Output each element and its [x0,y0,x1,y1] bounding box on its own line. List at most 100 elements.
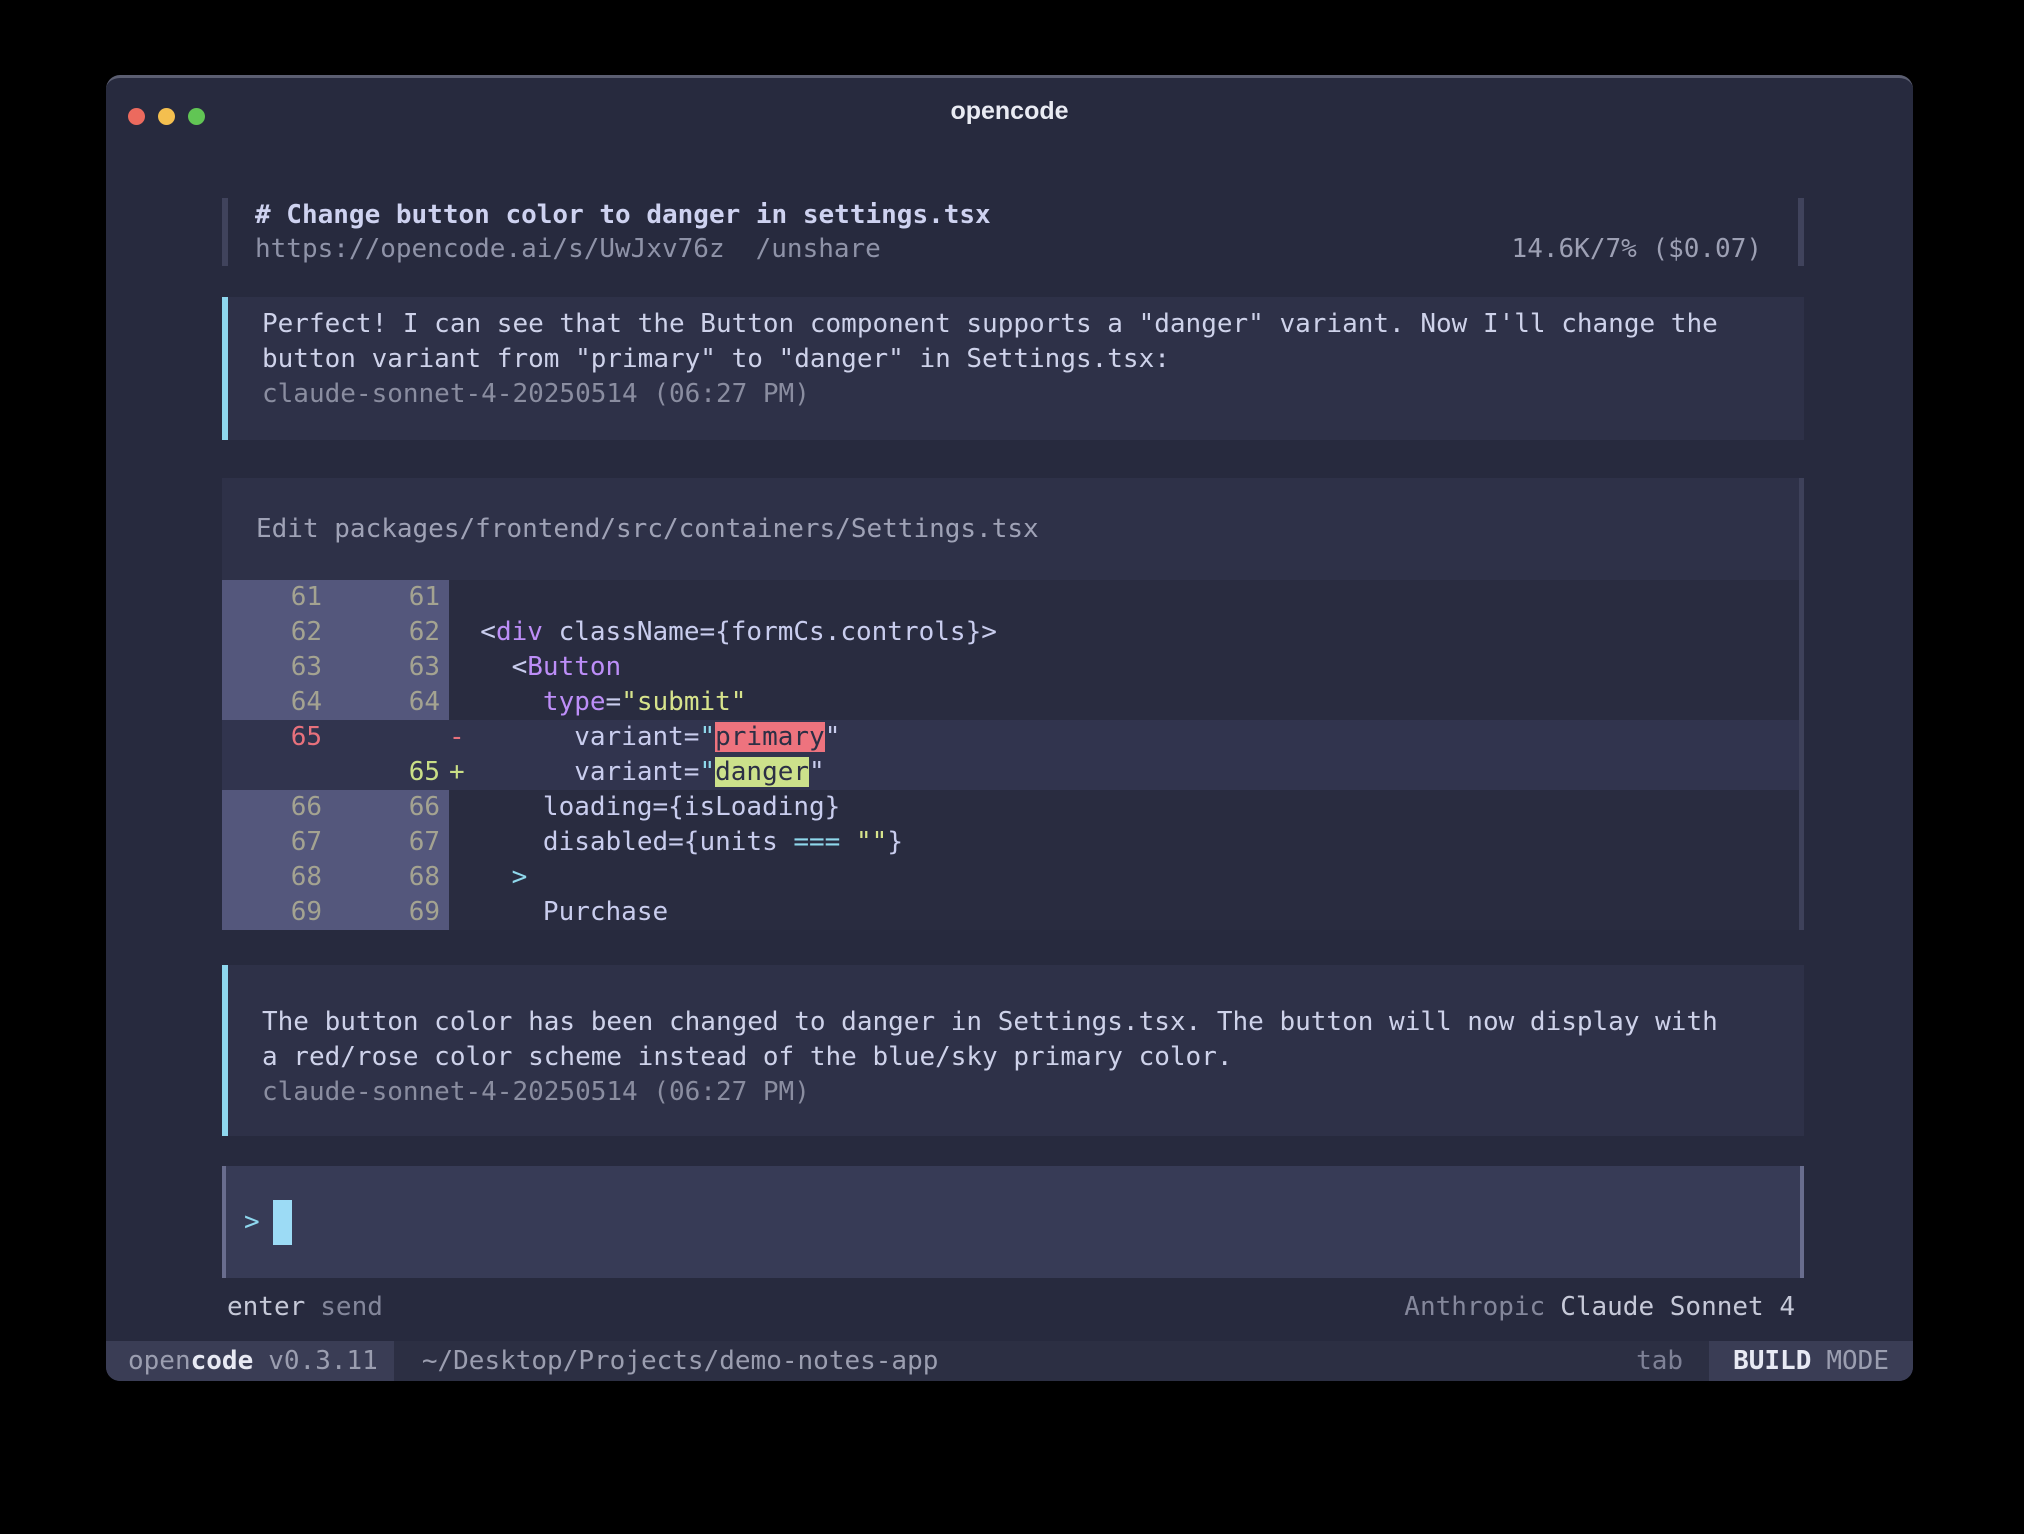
prompt-chevron: > [244,1207,260,1237]
share-url: https://opencode.ai/s/UwJxv76z [255,232,725,266]
code-segment: type [543,687,606,717]
message-line: Perfect! I can see that the Button compo… [262,307,1774,342]
diff-row: 6666 loading={isLoading} [222,790,1799,825]
code-segment [840,827,856,857]
old-line-number: 62 [222,615,322,650]
app-name-code: code [191,1346,254,1376]
diff-code-line: disabled={units === ""} [449,825,903,860]
hints-row: enter send Anthropic Claude Sonnet 4 [222,1290,1804,1325]
code-segment: < [449,652,527,682]
new-line-number: 66 [322,790,440,825]
new-line-number: 62 [322,615,440,650]
code-segment: < [449,617,496,647]
unshare-command: /unshare [756,232,881,266]
diff-code-line: <Button [449,650,621,685]
code-segment: - [449,722,465,752]
diff-code-line: <div className={formCs.controls}> [449,615,997,650]
diff-row: 6969 Purchase [222,895,1799,930]
model-label: Claude Sonnet 4 [1560,1290,1795,1325]
diff-code-line: + variant="danger" [449,755,825,790]
diff-gutter: 6464 [222,685,449,720]
enter-action-hint: send [320,1290,383,1325]
diff-gutter: 6363 [222,650,449,685]
diff-code-line: type="submit" [449,685,746,720]
code-segment: div [496,617,543,647]
code-segment: disabled={units [449,827,793,857]
code-segment: Button [527,652,621,682]
message-line: a red/rose color scheme instead of the b… [262,1040,1774,1075]
provider-label: Anthropic [1404,1290,1545,1325]
new-line-number: 67 [322,825,440,860]
tab-key-hint: tab [1636,1346,1683,1376]
model-timestamp: claude-sonnet-4-20250514 (06:27 PM) [262,1075,1774,1110]
code-segment: === [793,827,840,857]
code-segment: variant= [465,757,700,787]
diff-gutter: 6666 [222,790,449,825]
diff-row: 6262 <div className={formCs.controls}> [222,615,1799,650]
code-segment [449,687,543,717]
diff-gutter: 6767 [222,825,449,860]
new-line-number: 65 [322,755,440,790]
diff-gutter: 6969 [222,895,449,930]
enter-key-hint: enter [227,1290,305,1325]
code-segment: loading={isLoading} [449,792,840,822]
traffic-lights [128,108,205,125]
mode-label: MODE [1826,1346,1889,1376]
close-window-button[interactable] [128,108,145,125]
session-header: # Change button color to danger in setti… [222,198,1804,266]
assistant-message-2: The button color has been changed to dan… [222,965,1804,1136]
mode-chip: BUILDMODE [1709,1341,1913,1381]
session-subheader: https://opencode.ai/s/UwJxv76z /unshare … [255,232,1762,266]
diff-row: 65+ variant="danger" [222,755,1799,790]
diff-code-line: loading={isLoading} [449,790,840,825]
token-usage: 14.6K/7% ($0.07) [1512,232,1762,266]
code-segment: "submit" [621,687,746,717]
message-text: The button color has been changed to dan… [262,1005,1774,1075]
code-segment: + [449,757,465,787]
code-segment: " [809,757,825,787]
code-segment [449,862,512,892]
message-line: The button color has been changed to dan… [262,1005,1774,1040]
assistant-message-1: Perfect! I can see that the Button compo… [222,297,1804,440]
new-line-number: 63 [322,650,440,685]
code-segment: variant= [465,722,700,752]
prompt-input[interactable]: > [222,1166,1804,1278]
code-segment: " [699,722,715,752]
opencode-window: opencode # Change button color to danger… [106,75,1913,1381]
old-line-number: 66 [222,790,322,825]
minimize-window-button[interactable] [158,108,175,125]
code-segment: > [512,862,528,892]
working-directory: ~/Desktop/Projects/demo-notes-app [422,1346,939,1376]
old-line-number [222,755,322,790]
zoom-window-button[interactable] [188,108,205,125]
window-titlebar: opencode [106,78,1913,144]
diff-row: 6363 <Button [222,650,1799,685]
code-segment: "" [856,827,887,857]
code-segment: Purchase [449,897,668,927]
new-line-number: 69 [322,895,440,930]
diff-row: 6868 > [222,860,1799,895]
session-title: # Change button color to danger in setti… [255,198,1762,232]
diff-code-line: > [449,860,527,895]
diff-gutter: 6868 [222,860,449,895]
code-segment: " [825,722,841,752]
model-timestamp: claude-sonnet-4-20250514 (06:27 PM) [262,377,1774,412]
session-content: # Change button color to danger in setti… [106,198,1913,1325]
diff-gutter: 65 [222,720,449,755]
old-line-number: 61 [222,580,322,615]
app-name-open: open [128,1346,191,1376]
text-cursor [273,1200,292,1245]
window-title: opencode [950,97,1068,126]
message-line: button variant from "primary" to "danger… [262,342,1774,377]
code-segment: primary [715,722,825,752]
diff-gutter: 65 [222,755,449,790]
app-version: v0.3.11 [268,1346,378,1376]
code-segment: className={formCs.controls}> [543,617,997,647]
code-segment: danger [715,757,809,787]
old-line-number: 63 [222,650,322,685]
diff-code-line: - variant="primary" [449,720,840,755]
message-text: Perfect! I can see that the Button compo… [262,307,1774,377]
old-line-number: 68 [222,860,322,895]
code-segment: } [887,827,903,857]
new-line-number: 61 [322,580,440,615]
